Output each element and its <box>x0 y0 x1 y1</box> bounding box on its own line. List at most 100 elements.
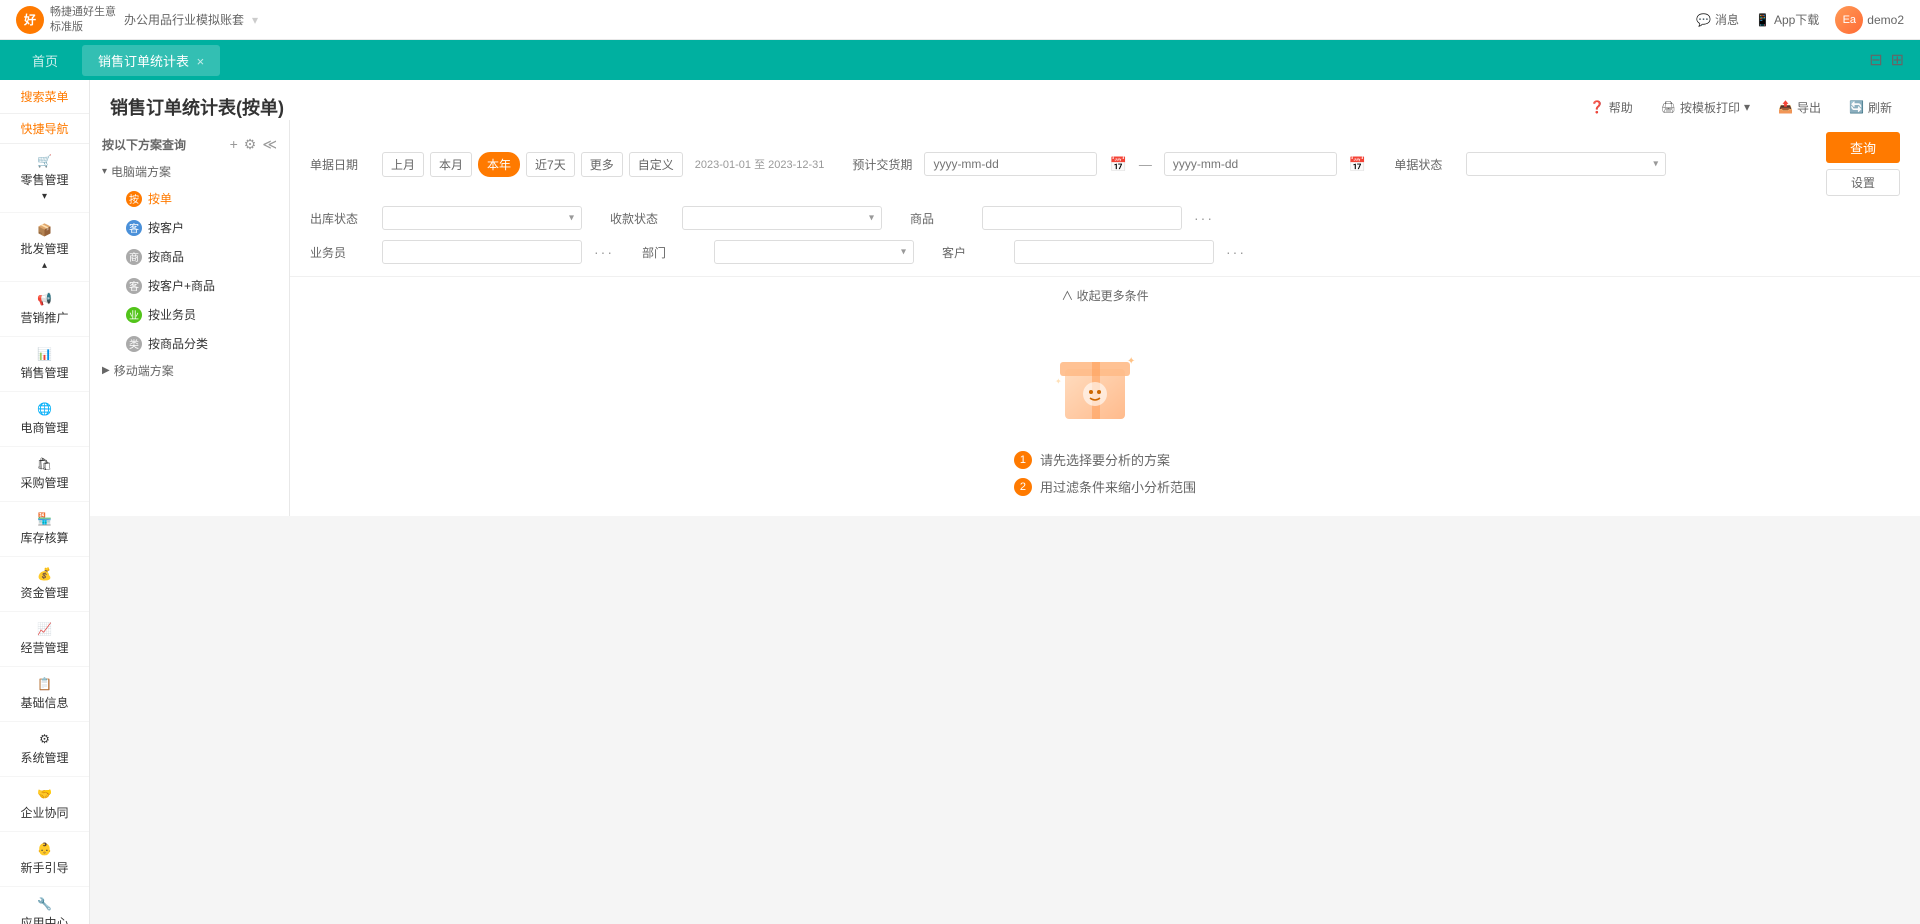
goods-input[interactable] <box>982 206 1182 230</box>
avatar: Ea <box>1835 6 1863 34</box>
content-area: 销售订单统计表(按单) ❓ 帮助 🖨 按模板打印 ▾ 📤 导出 🔄 刷新 <box>90 80 1920 924</box>
ship-status-select-wrap <box>382 206 582 230</box>
status-label: 单据状态 <box>1394 156 1454 173</box>
retail-arrow-icon: ▾ <box>42 191 47 202</box>
refresh-icon: 🔄 <box>1849 100 1864 114</box>
date-btn-group: 上月 本月 本年 近7天 更多 自定义 <box>382 152 683 177</box>
goods-more-icon[interactable]: ··· <box>1194 210 1214 226</box>
setting-button[interactable]: 设置 <box>1826 169 1900 196</box>
predict-date-end-input[interactable] <box>1164 152 1337 176</box>
sidebar-quick-nav[interactable]: 快捷导航 <box>0 114 89 144</box>
enterprise-icon: 🤝 <box>37 787 52 801</box>
tab-home[interactable]: 首页 <box>16 45 74 76</box>
sales-more-icon[interactable]: ··· <box>594 244 614 260</box>
newuser-icon: 👶 <box>37 842 52 856</box>
help-button[interactable]: ❓ 帮助 <box>1582 95 1641 120</box>
cal-icon-2[interactable]: 📅 <box>1349 156 1366 173</box>
tab-minimize-icon[interactable]: ⊟ <box>1869 50 1882 70</box>
ship-status-select[interactable] <box>382 206 582 230</box>
svg-text:✦: ✦ <box>1055 377 1062 386</box>
filter-tree-layout: 按以下方案查询 + ⚙ ≪ ▾ 电脑端方案 按 按单 <box>90 120 1920 516</box>
empty-illustration: ✦ ✦ <box>1045 334 1165 434</box>
filter-row-3: 业务员 ··· 部门 客户 ··· <box>310 240 1900 264</box>
this-month-btn[interactable]: 本月 <box>430 152 472 177</box>
breadcrumb: 办公用品行业模拟账套 <box>124 11 244 28</box>
dept-label: 部门 <box>642 244 702 261</box>
filter-rows: 单据日期 上月 本月 本年 近7天 更多 自定义 2023-01-01 至 20… <box>290 120 1920 277</box>
inventory-icon: 🏪 <box>37 512 52 526</box>
cal-icon-1[interactable]: 📅 <box>1109 156 1126 173</box>
sidebar-item-marketing[interactable]: 📢 营销推广 <box>0 282 89 337</box>
filter-panel: 单据日期 上月 本月 本年 近7天 更多 自定义 2023-01-01 至 20… <box>290 120 1920 516</box>
collapse-button[interactable]: ∧ 收起更多条件 <box>1061 289 1148 303</box>
customer-more-icon[interactable]: ··· <box>1226 244 1246 260</box>
sidebar-item-sales[interactable]: 📊 销售管理 <box>0 337 89 392</box>
filter-row-1: 单据日期 上月 本月 本年 近7天 更多 自定义 2023-01-01 至 20… <box>310 132 1900 196</box>
tree-item-by-customer-goods[interactable]: 客 按客户+商品 <box>106 271 289 300</box>
sidebar-item-system[interactable]: ⚙ 系统管理 <box>0 722 89 777</box>
tree-item-order-icon: 按 <box>126 191 142 207</box>
tree-item-by-order[interactable]: 按 按单 <box>106 184 289 213</box>
query-button[interactable]: 查询 <box>1826 132 1900 163</box>
print-button[interactable]: 🖨 按模板打印 ▾ <box>1653 95 1758 120</box>
sidebar-item-enterprise[interactable]: 🤝 企业协同 <box>0 777 89 832</box>
status-select[interactable] <box>1466 152 1666 176</box>
tab-maximize-icon[interactable]: ⊞ <box>1891 50 1904 70</box>
sidebar-item-appstore[interactable]: 🔧 应用中心 <box>0 887 89 924</box>
tab-bar: 首页 销售订单统计表 × ⊟ ⊞ <box>0 40 1920 80</box>
sales-label: 业务员 <box>310 244 370 261</box>
sidebar-item-newuser[interactable]: 👶 新手引导 <box>0 832 89 887</box>
sidebar-item-inventory[interactable]: 🏪 库存核算 <box>0 502 89 557</box>
tree-item-by-salesperson[interactable]: 业 按业务员 <box>106 300 289 329</box>
empty-steps: 1 请先选择要分析的方案 2 用过滤条件来缩小分析范围 <box>1014 450 1196 496</box>
custom-btn[interactable]: 自定义 <box>629 152 683 177</box>
step-2-text: 用过滤条件来缩小分析范围 <box>1040 477 1196 496</box>
more-btn[interactable]: 更多 <box>581 152 623 177</box>
sidebar-item-retail[interactable]: 🛒 零售管理 ▾ <box>0 144 89 213</box>
logo-icon: 好 <box>16 6 44 34</box>
tree-item-by-goods[interactable]: 商 按商品 <box>106 242 289 271</box>
step-1-num: 1 <box>1014 451 1032 469</box>
predict-date-label: 预计交货期 <box>852 156 912 173</box>
this-year-btn[interactable]: 本年 <box>478 152 520 177</box>
tree-item-by-goods-category[interactable]: 类 按商品分类 <box>106 329 289 358</box>
operations-icon: 📈 <box>37 622 52 636</box>
last7-btn[interactable]: 近7天 <box>526 152 575 177</box>
tree-item-by-customer[interactable]: 客 按客户 <box>106 213 289 242</box>
print-icon: 🖨 <box>1661 100 1676 114</box>
refresh-button[interactable]: 🔄 刷新 <box>1841 95 1900 120</box>
tab-sales-order-stats[interactable]: 销售订单统计表 × <box>82 45 220 76</box>
message-button[interactable]: 💬 消息 <box>1696 11 1739 28</box>
tree-group-arrow-icon: ▾ <box>102 166 107 177</box>
tree-item-cgoods-icon: 客 <box>126 278 142 294</box>
pay-status-select[interactable] <box>682 206 882 230</box>
app-download-button[interactable]: 📱 App下载 <box>1755 11 1819 28</box>
last-month-btn[interactable]: 上月 <box>382 152 424 177</box>
print-arrow-icon: ▾ <box>1744 100 1750 114</box>
tab-close-icon[interactable]: × <box>197 54 205 69</box>
predict-date-start-input[interactable] <box>924 152 1097 176</box>
sales-input[interactable] <box>382 240 582 264</box>
tree-collapse-icon[interactable]: ≪ <box>262 136 277 153</box>
page-title: 销售订单统计表(按单) <box>110 94 284 120</box>
sidebar-item-wholesale[interactable]: 📦 批发管理 ▴ <box>0 213 89 282</box>
sidebar-item-basic[interactable]: 📋 基础信息 <box>0 667 89 722</box>
empty-state: ✦ ✦ 1 请先选择要分析的方案 2 用过滤条件来缩小分析范围 <box>1014 334 1196 496</box>
customer-input[interactable] <box>1014 240 1214 264</box>
user-menu[interactable]: Ea demo2 <box>1835 6 1904 34</box>
tree-group-mobile: ▶ 移动端方案 <box>90 358 289 383</box>
tree-panel: 按以下方案查询 + ⚙ ≪ ▾ 电脑端方案 按 按单 <box>90 120 290 516</box>
sidebar-item-ecommerce[interactable]: 🌐 电商管理 <box>0 392 89 447</box>
tree-settings-icon[interactable]: ⚙ <box>244 136 257 153</box>
tree-add-icon[interactable]: + <box>230 136 238 153</box>
breadcrumb-arrow-icon: ▾ <box>252 13 258 27</box>
empty-svg: ✦ ✦ <box>1045 334 1165 434</box>
sidebar-item-purchase[interactable]: 🛍 采购管理 <box>0 447 89 502</box>
basic-icon: 📋 <box>37 677 52 691</box>
sidebar-item-finance[interactable]: 💰 资金管理 <box>0 557 89 612</box>
tree-group-mobile-arrow-icon: ▶ <box>102 365 110 376</box>
sidebar-item-operations[interactable]: 📈 经营管理 <box>0 612 89 667</box>
export-button[interactable]: 📤 导出 <box>1770 95 1829 120</box>
dept-select[interactable] <box>714 240 914 264</box>
sidebar-search[interactable]: 搜索菜单 <box>0 80 89 114</box>
